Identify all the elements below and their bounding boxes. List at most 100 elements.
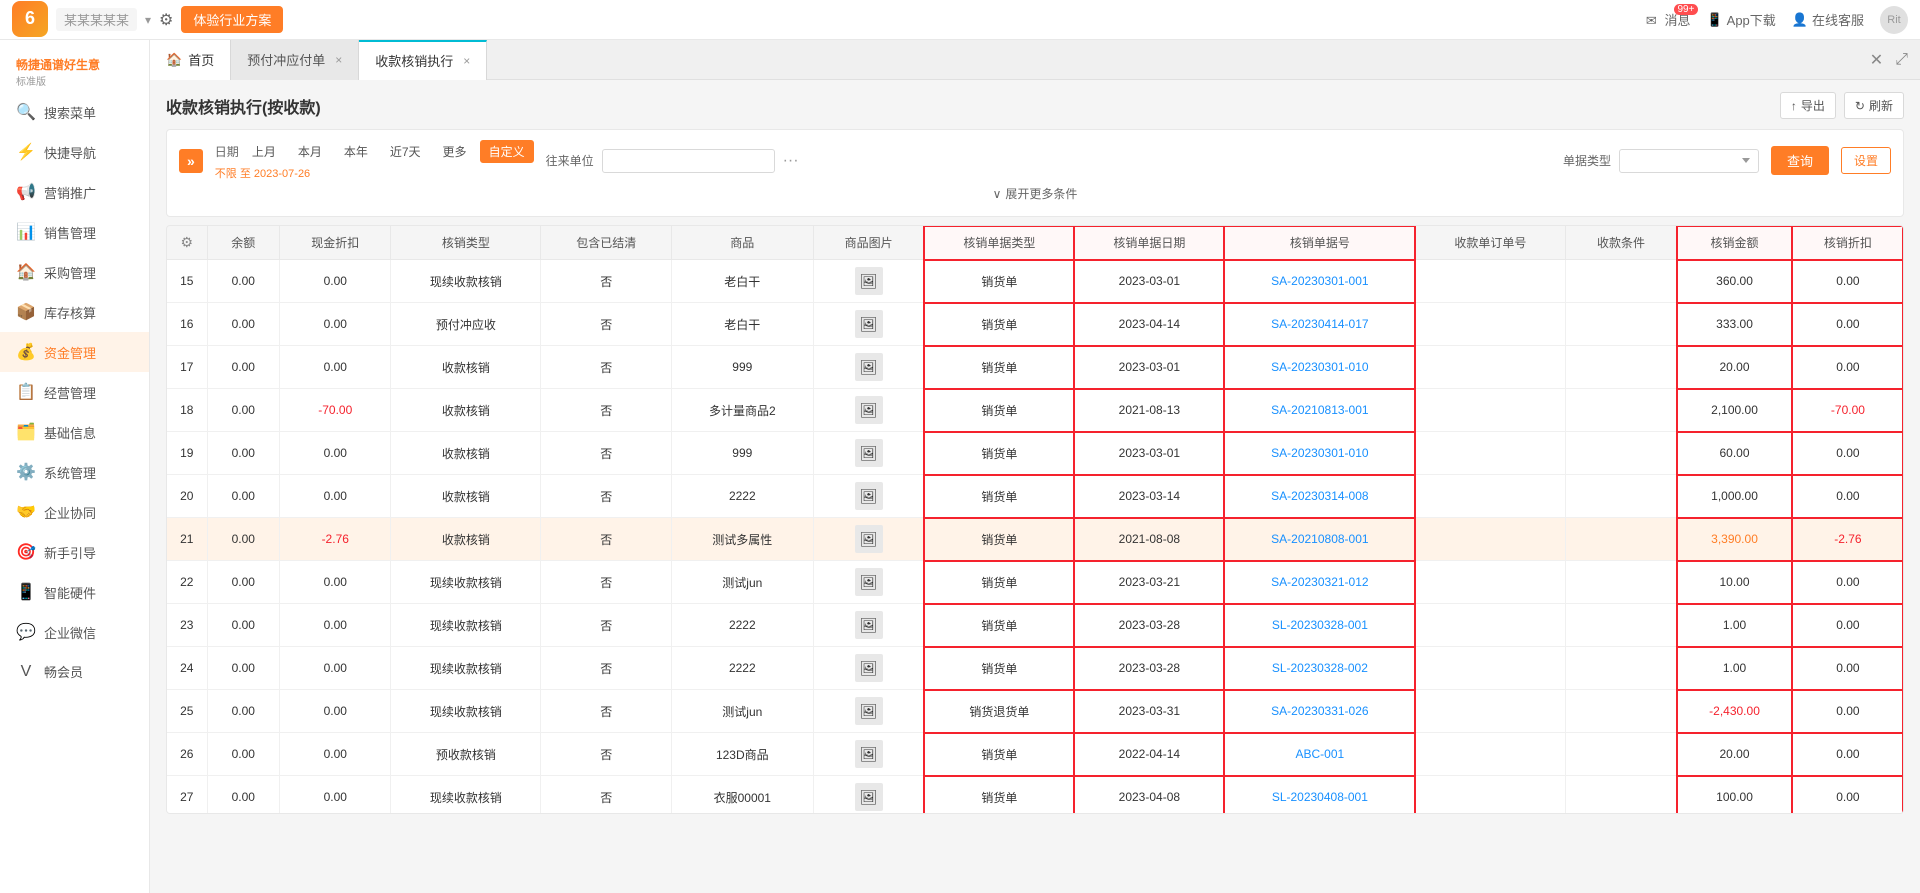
- tab-bar: 🏠 首页 预付冲应付单 × 收款核销执行 × ✕ ⤢: [150, 40, 1920, 80]
- gear-icon[interactable]: ⚙: [180, 234, 193, 250]
- settings-gear-icon[interactable]: ⚙: [159, 10, 173, 30]
- filter-more-btn[interactable]: 更多: [434, 140, 476, 163]
- filter-voucher-type-select[interactable]: [1619, 149, 1759, 173]
- sidebar-item-vip[interactable]: V 畅会员: [0, 652, 149, 691]
- cell-cancel-voucher-type-val: 销货单: [981, 318, 1017, 332]
- cell-balance: 0.00: [207, 604, 280, 647]
- filter-query-button[interactable]: 查询: [1771, 146, 1829, 175]
- sidebar-item-marketing[interactable]: 📢 营销推广: [0, 172, 149, 212]
- table-row: 270.000.00现续收款核销否衣服00001🖼销货单2023-04-08SL…: [167, 776, 1903, 815]
- cell-no: 15: [167, 260, 207, 303]
- sidebar-item-enterprise[interactable]: 🤝 企业协同: [0, 492, 149, 532]
- cell-receipt-cond: [1565, 475, 1676, 518]
- sidebar-item-basic[interactable]: 🗂️ 基础信息: [0, 412, 149, 452]
- industry-solution-button[interactable]: 体验行业方案: [181, 6, 283, 33]
- tab-home[interactable]: 🏠 首页: [150, 40, 231, 80]
- sidebar-item-wechat[interactable]: 💬 企业微信: [0, 612, 149, 652]
- filter-partner-input[interactable]: [602, 149, 775, 173]
- message-badge[interactable]: ✉ 99+ 消息: [1646, 10, 1691, 29]
- app-download-btn[interactable]: 📱 App下载: [1706, 10, 1775, 29]
- cell-cash-discount-val: -70.00: [318, 403, 352, 417]
- cell-cancel-discount-val: 0.00: [1836, 489, 1859, 503]
- cell-cancel-voucher-no-link[interactable]: SA-20230314-008: [1271, 489, 1368, 503]
- export-button[interactable]: ↑ 导出: [1780, 92, 1836, 119]
- cell-cancel-voucher-no-link[interactable]: SL-20230328-002: [1272, 661, 1368, 675]
- cell-cancel-voucher-no-link[interactable]: ABC-001: [1296, 747, 1345, 761]
- sidebar-item-search[interactable]: 🔍 搜索菜单: [0, 92, 149, 132]
- sidebar-icon-enterprise: 🤝: [16, 502, 36, 522]
- tab-receipt[interactable]: 收款核销执行 ×: [359, 40, 487, 80]
- sidebar-icon-guide: 🎯: [16, 542, 36, 562]
- filter-7days-btn[interactable]: 近7天: [381, 140, 430, 163]
- cell-receipt-order-no: [1415, 303, 1565, 346]
- sidebar-label-hardware: 智能硬件: [44, 583, 96, 602]
- tab-prepay[interactable]: 预付冲应付单 ×: [231, 40, 359, 80]
- sidebar-item-hardware[interactable]: 📱 智能硬件: [0, 572, 149, 612]
- tab-prepay-close[interactable]: ×: [335, 53, 342, 67]
- cell-cancel-voucher-no-link[interactable]: SA-20210813-001: [1271, 403, 1368, 417]
- filter-settings-button[interactable]: 设置: [1841, 147, 1891, 174]
- cell-cancel-amount: 20.00: [1677, 733, 1793, 776]
- sidebar-item-finance[interactable]: 💰 资金管理: [0, 332, 149, 372]
- filter-this-month-btn[interactable]: 本月: [289, 140, 331, 163]
- cell-receipt-cond: [1565, 518, 1676, 561]
- th-gear[interactable]: ⚙: [167, 226, 207, 260]
- table-row: 150.000.00现续收款核销否老白干🖼销货单2023-03-01SA-202…: [167, 260, 1903, 303]
- filter-dots[interactable]: ···: [783, 152, 799, 170]
- cell-no: 17: [167, 346, 207, 389]
- cell-cash-discount: -70.00: [280, 389, 391, 432]
- filter-partner-label: 往来单位: [546, 152, 594, 169]
- refresh-button[interactable]: ↻ 刷新: [1844, 92, 1904, 119]
- cell-receipt-order-no: [1415, 432, 1565, 475]
- sidebar-label-guide: 新手引导: [44, 543, 96, 562]
- sidebar-item-operation[interactable]: 📋 经营管理: [0, 372, 149, 412]
- sidebar-logo-name: 畅捷通谱好生意: [16, 56, 149, 73]
- cell-cancel-voucher-type: 销货退货单: [924, 690, 1074, 733]
- filter-this-year-btn[interactable]: 本年: [335, 140, 377, 163]
- cell-cancel-voucher-date: 2022-04-14: [1074, 733, 1224, 776]
- cell-cancel-voucher-date: 2023-03-14: [1074, 475, 1224, 518]
- company-chevron-icon[interactable]: ▾: [145, 13, 151, 27]
- sidebar-item-sales[interactable]: 📊 销售管理: [0, 212, 149, 252]
- filter-custom-btn[interactable]: 自定义: [480, 140, 534, 163]
- sidebar-item-system[interactable]: ⚙️ 系统管理: [0, 452, 149, 492]
- tab-close-all-button[interactable]: ✕: [1866, 46, 1887, 74]
- cell-cancel-type-val: 预付冲应收: [436, 318, 496, 332]
- cell-cancel-voucher-no-link[interactable]: SA-20230321-012: [1271, 575, 1368, 589]
- sidebar-item-guide[interactable]: 🎯 新手引导: [0, 532, 149, 572]
- online-service-btn[interactable]: 👤 在线客服: [1792, 10, 1864, 29]
- cell-cancel-voucher-no-link[interactable]: SA-20230301-010: [1271, 360, 1368, 374]
- th-goods-img: 商品图片: [813, 226, 924, 260]
- cell-cancel-voucher-type: 销货单: [924, 647, 1074, 690]
- sidebar-item-quick[interactable]: ⚡ 快捷导航: [0, 132, 149, 172]
- service-icon: 👤: [1792, 12, 1808, 28]
- main-layout: 畅捷通谱好生意 标准版 🔍 搜索菜单 ⚡ 快捷导航 📢 营销推广 📊 销售管理 …: [0, 40, 1920, 893]
- cell-cancel-voucher-no-link[interactable]: SA-20230331-026: [1271, 704, 1368, 718]
- cell-cancel-voucher-no: SL-20230328-002: [1224, 647, 1415, 690]
- cell-goods-val: 123D商品: [716, 748, 769, 762]
- cell-cancel-voucher-no-link[interactable]: SA-20230301-001: [1271, 274, 1368, 288]
- tab-receipt-close[interactable]: ×: [463, 54, 470, 68]
- sidebar-item-purchase[interactable]: 🏠 采购管理: [0, 252, 149, 292]
- user-avatar[interactable]: Rit: [1880, 6, 1908, 34]
- cell-goods-img: 🖼: [813, 303, 924, 346]
- app-download-label: App下载: [1727, 10, 1776, 29]
- cell-balance-val: 0.00: [232, 575, 255, 589]
- sidebar-icon-sales: 📊: [16, 222, 36, 242]
- row-no: 21: [180, 532, 193, 546]
- tab-restore-button[interactable]: ⤢: [1891, 47, 1912, 73]
- expand-more-conditions-btn[interactable]: ∨ 展开更多条件: [179, 185, 1891, 202]
- filter-expand-toggle[interactable]: »: [179, 149, 203, 173]
- cell-cancel-voucher-no-link[interactable]: SA-20230414-017: [1271, 317, 1368, 331]
- cell-goods-val: 2222: [729, 661, 756, 675]
- cell-cancel-discount-val: 0.00: [1836, 790, 1859, 804]
- filter-last-month-btn[interactable]: 上月: [243, 140, 285, 163]
- cell-cancel-discount-val: -70.00: [1831, 403, 1865, 417]
- cell-cancel-voucher-no-link[interactable]: SA-20210808-001: [1271, 532, 1368, 546]
- cell-cancel-voucher-no-link[interactable]: SL-20230328-001: [1272, 618, 1368, 632]
- cell-cancel-voucher-no-link[interactable]: SL-20230408-001: [1272, 790, 1368, 804]
- sidebar-item-inventory[interactable]: 📦 库存核算: [0, 292, 149, 332]
- cell-cancel-voucher-no-link[interactable]: SA-20230301-010: [1271, 446, 1368, 460]
- filter-row: » 日期 上月 本月 本年 近7天 更多 自定义 不限 至 2023-07-26: [179, 140, 1891, 181]
- cell-include-settled-val: 否: [600, 619, 612, 633]
